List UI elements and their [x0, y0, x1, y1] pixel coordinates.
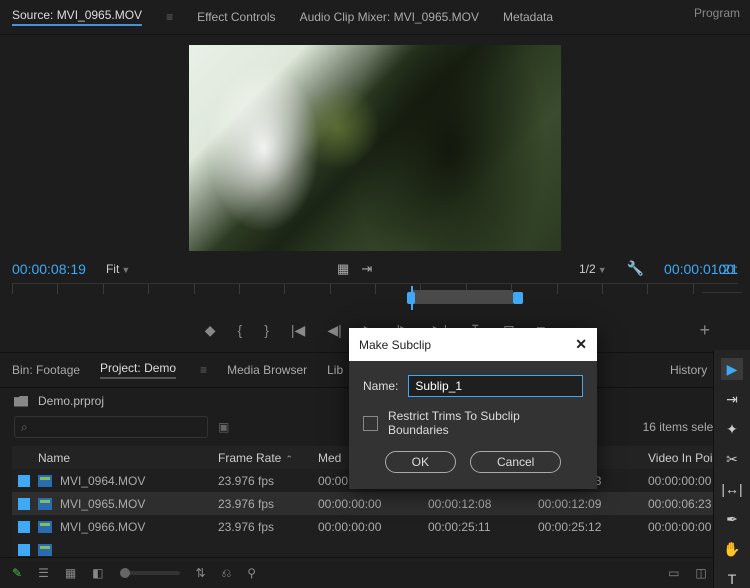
playhead-timecode[interactable]: 00:00:08:19	[12, 261, 86, 277]
go-to-in-icon[interactable]: |◀	[291, 322, 305, 339]
subclip-name-input[interactable]	[408, 375, 583, 397]
step-back-icon[interactable]: ◀|	[327, 322, 341, 339]
tab-source[interactable]: Source: MVI_0965.MOV	[12, 8, 142, 26]
tab-libraries[interactable]: Lib	[327, 363, 343, 377]
source-timeline[interactable]	[12, 283, 738, 314]
source-monitor	[0, 35, 750, 254]
close-icon[interactable]: ✕	[575, 336, 587, 353]
video-clip-icon	[38, 544, 52, 556]
program-timeline-stub	[702, 292, 742, 303]
find-icon[interactable]: ⚲	[247, 566, 256, 580]
restrict-trims-label: Restrict Trims To Subclip Boundaries	[388, 409, 583, 437]
tab-menu-icon[interactable]: ≡	[166, 10, 173, 24]
timecode-row: 00:00:08:19 Fit▼ ▦ ⇥ 1/2▼ 🔧 00:00:01:21 …	[0, 254, 750, 283]
table-row[interactable]: MVI_0966.MOV 23.976 fps 00:00:00:00 00:0…	[12, 515, 738, 538]
source-monitor-tabs: Source: MVI_0965.MOV ≡ Effect Controls A…	[0, 0, 750, 35]
selection-tool-icon[interactable]: ▶	[721, 358, 743, 380]
in-point-marker[interactable]	[407, 292, 415, 304]
wrench-icon[interactable]: 🔧	[627, 260, 644, 277]
automate-icon[interactable]: ⎌	[222, 566, 232, 581]
project-filename: Demo.prproj	[38, 394, 104, 408]
search-input[interactable]: ⌕	[14, 416, 208, 438]
ok-button[interactable]: OK	[385, 451, 456, 473]
in-out-range[interactable]	[411, 290, 513, 304]
ripple-edit-tool-icon[interactable]: ✦	[721, 418, 743, 440]
program-timecode[interactable]: 00:	[719, 261, 738, 277]
resolution-dropdown[interactable]: 1/2▼	[579, 262, 607, 276]
col-name[interactable]: Name	[38, 451, 218, 465]
type-tool-icon[interactable]: T	[721, 568, 743, 588]
table-row[interactable]: MVI_0965.MOV 23.976 fps 00:00:00:00 00:0…	[12, 492, 738, 515]
pen-tool-icon[interactable]: ✒	[721, 508, 743, 530]
restrict-trims-checkbox[interactable]	[363, 416, 378, 431]
button-editor-icon[interactable]: +	[699, 320, 710, 341]
cancel-button[interactable]: Cancel	[470, 451, 561, 473]
settings-icon[interactable]: ▦	[337, 261, 349, 277]
drag-video-icon[interactable]: ⇥	[361, 261, 372, 277]
track-select-tool-icon[interactable]: ⇥	[721, 388, 743, 410]
tab-metadata[interactable]: Metadata	[503, 10, 553, 24]
tab-project-demo[interactable]: Project: Demo	[100, 361, 176, 379]
pencil-icon[interactable]: ✎	[12, 566, 22, 580]
video-clip-icon	[38, 521, 52, 533]
tab-program[interactable]: Program	[694, 6, 740, 20]
col-frame-rate[interactable]: Frame Rate⌃	[218, 451, 318, 465]
add-marker-icon[interactable]: ◆	[205, 322, 216, 339]
new-item-icon[interactable]: ◫	[695, 566, 706, 580]
dialog-title: Make Subclip	[359, 338, 431, 352]
freeform-view-icon[interactable]: ◧	[92, 566, 103, 580]
video-clip-icon	[38, 475, 52, 487]
video-preview[interactable]	[189, 45, 561, 251]
fit-dropdown[interactable]: Fit▼	[106, 262, 130, 276]
row-checkbox[interactable]	[18, 498, 30, 510]
list-view-icon[interactable]: ☰	[38, 566, 49, 580]
slip-tool-icon[interactable]: |↔|	[721, 478, 743, 500]
tab-effect-controls[interactable]: Effect Controls	[197, 10, 275, 24]
new-bin-icon[interactable]: ▭	[668, 566, 679, 580]
filter-bin-icon[interactable]: ▣	[218, 420, 229, 434]
row-checkbox[interactable]	[18, 544, 30, 556]
tab-history[interactable]: History	[670, 363, 707, 377]
razor-tool-icon[interactable]: ✂	[721, 448, 743, 470]
tab-audio-clip-mixer[interactable]: Audio Clip Mixer: MVI_0965.MOV	[300, 10, 479, 24]
mark-out-icon[interactable]: }	[264, 322, 269, 338]
project-footer: ✎ ☰ ▦ ◧ ⇅ ⎌ ⚲ ▭ ◫ 🗑	[0, 557, 750, 588]
hand-tool-icon[interactable]: ✋	[721, 538, 743, 560]
icon-view-icon[interactable]: ▦	[65, 566, 76, 580]
tools-panel: ▶ ⇥ ✦ ✂ |↔| ✒ ✋ T	[713, 350, 750, 588]
row-checkbox[interactable]	[18, 475, 30, 487]
panel-menu-icon[interactable]: ≡	[200, 363, 207, 377]
mark-in-icon[interactable]: {	[238, 322, 243, 338]
video-clip-icon	[38, 498, 52, 510]
tab-media-browser[interactable]: Media Browser	[227, 363, 307, 377]
sort-icon[interactable]: ⇅	[196, 566, 206, 580]
tab-bin-footage[interactable]: Bin: Footage	[12, 363, 80, 377]
make-subclip-dialog: Make Subclip ✕ Name: Restrict Trims To S…	[349, 328, 597, 489]
out-point-marker[interactable]	[513, 292, 523, 304]
row-checkbox[interactable]	[18, 521, 30, 533]
search-icon: ⌕	[21, 420, 28, 435]
dialog-titlebar[interactable]: Make Subclip ✕	[349, 328, 597, 361]
folder-icon	[14, 396, 28, 407]
thumbnail-size-slider[interactable]	[120, 571, 180, 575]
name-label: Name:	[363, 379, 398, 393]
